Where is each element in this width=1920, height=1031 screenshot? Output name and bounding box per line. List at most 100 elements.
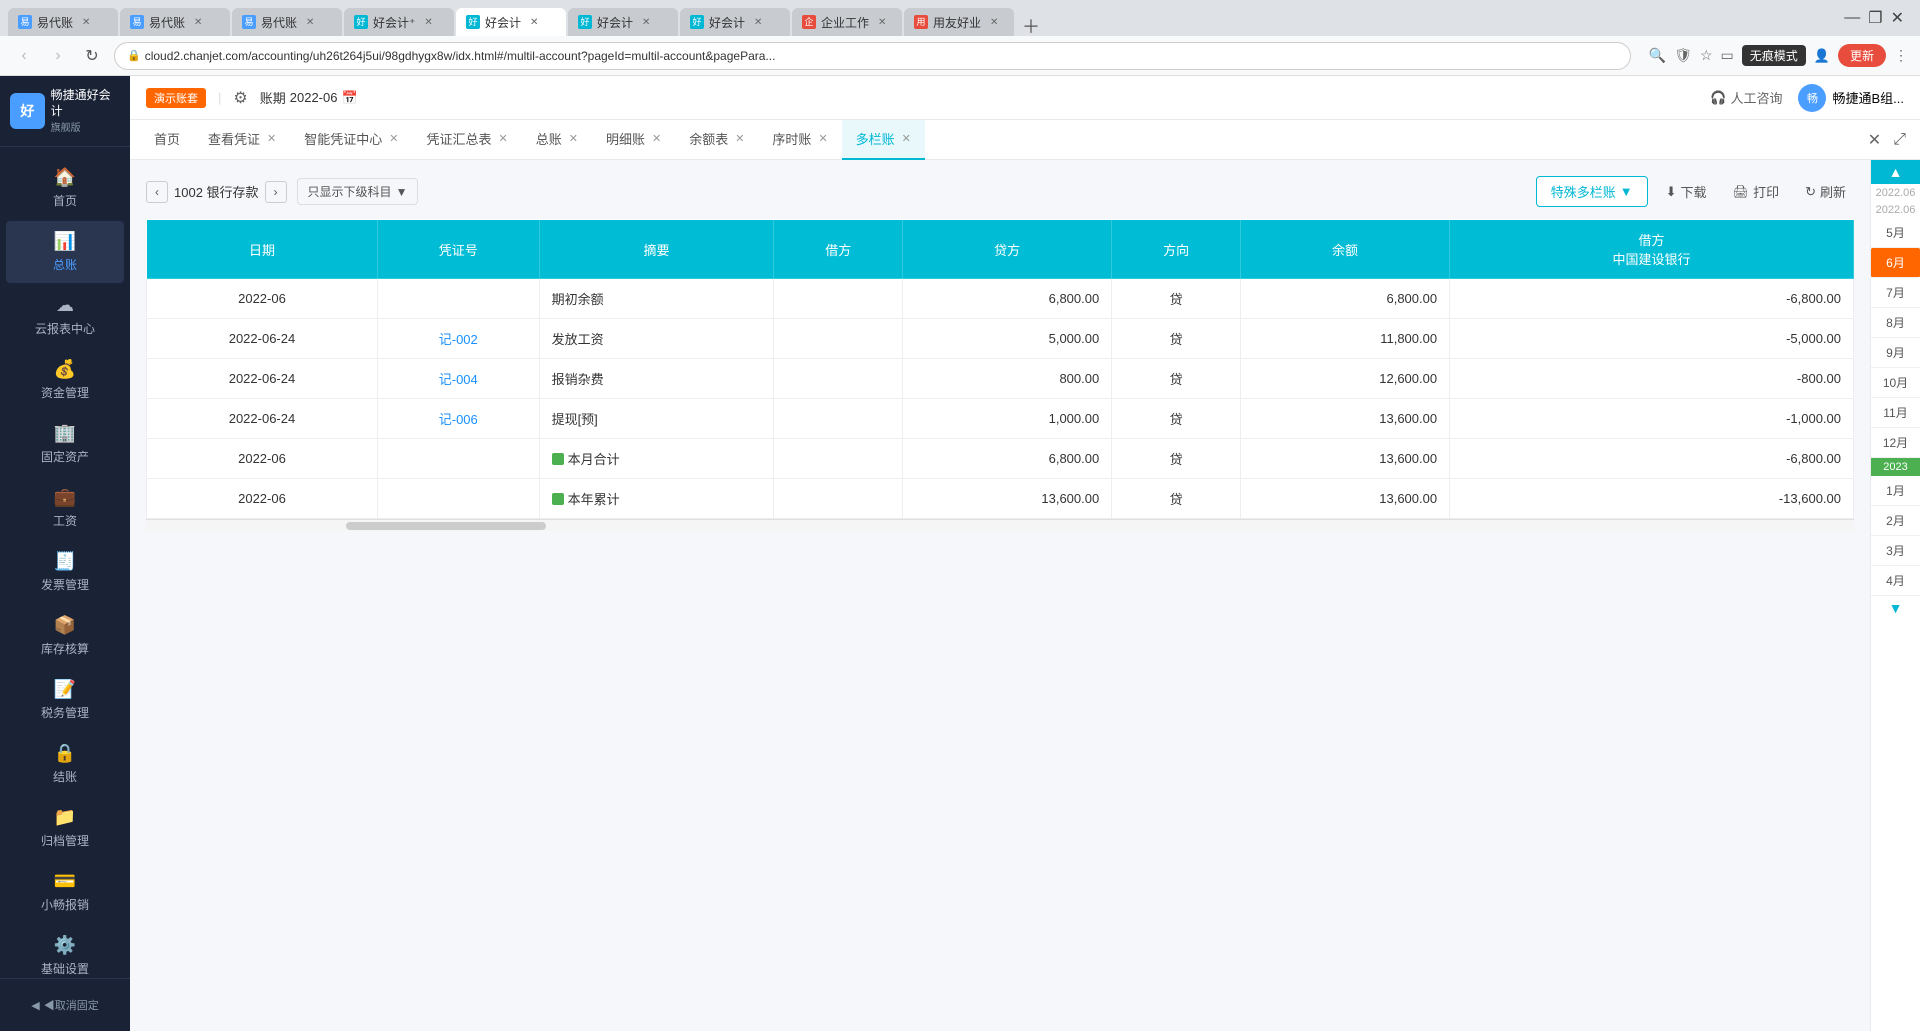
tab-close-3[interactable]: ✕ bbox=[306, 17, 314, 28]
search-icon[interactable]: 🔍 bbox=[1649, 47, 1666, 64]
sidebar-item-tax[interactable]: 📝 税务管理 bbox=[6, 669, 124, 731]
browser-tab-3[interactable]: 易 易代账 ✕ bbox=[232, 8, 342, 36]
next-account-button[interactable]: › bbox=[265, 181, 287, 203]
tab-close-7[interactable]: ✕ bbox=[754, 17, 762, 28]
sidebar-item-settings[interactable]: ⚙️ 基础设置 bbox=[6, 925, 124, 978]
browser-tab-9[interactable]: 用 用友好业 ✕ bbox=[904, 8, 1014, 36]
month-2023-1[interactable]: 1月 bbox=[1871, 476, 1920, 506]
tab-close-1[interactable]: ✕ bbox=[82, 17, 90, 28]
tab-close-6[interactable]: ✕ bbox=[642, 17, 650, 28]
tab-journal[interactable]: 序时账 ✕ bbox=[758, 120, 841, 160]
maximize-button[interactable]: ❐ bbox=[1868, 8, 1882, 28]
sidebar-item-ledger[interactable]: 📊 总账 bbox=[6, 221, 124, 283]
refresh-button[interactable]: ↻ 刷新 bbox=[1797, 177, 1854, 206]
browser-tab-5[interactable]: 好 好会计 ✕ bbox=[456, 8, 566, 36]
tab-close-voucher-summary[interactable]: ✕ bbox=[499, 132, 508, 145]
tab-close-detail-ledger[interactable]: ✕ bbox=[652, 132, 661, 145]
tab-voucher[interactable]: 查看凭证 ✕ bbox=[194, 120, 290, 160]
cell-balance: 13,600.00 bbox=[1240, 399, 1449, 439]
unpin-button[interactable]: ◀ ◀取消固定 bbox=[0, 989, 130, 1021]
tab-detail-ledger[interactable]: 明细账 ✕ bbox=[592, 120, 675, 160]
shield-icon[interactable]: 🛡 bbox=[1674, 47, 1692, 64]
settings-gear-icon[interactable]: ⚙ bbox=[233, 88, 247, 108]
scroll-thumb[interactable] bbox=[346, 522, 546, 530]
sidebar-item-label-archive: 归档管理 bbox=[41, 832, 89, 849]
month-6[interactable]: 6月 bbox=[1871, 248, 1920, 278]
close-button[interactable]: ✕ bbox=[1891, 8, 1904, 28]
special-multi-column-button[interactable]: 特殊多栏账 ▼ bbox=[1536, 176, 1648, 207]
period-calendar-icon[interactable]: 📅 bbox=[341, 90, 357, 106]
browser-tab-7[interactable]: 好 好会计 ✕ bbox=[680, 8, 790, 36]
month-8[interactable]: 8月 bbox=[1871, 308, 1920, 338]
tab-expand-icon[interactable]: ⤢ bbox=[1889, 127, 1910, 153]
forward-button[interactable]: › bbox=[46, 47, 70, 65]
menu-icon[interactable]: ⋮ bbox=[1894, 47, 1908, 64]
tab-balance[interactable]: 余额表 ✕ bbox=[675, 120, 758, 160]
star-icon[interactable]: ☆ bbox=[1700, 47, 1713, 64]
tab-home[interactable]: 首页 bbox=[140, 120, 194, 160]
new-tab-button[interactable]: ＋ bbox=[1022, 18, 1040, 36]
tab-close-5[interactable]: ✕ bbox=[530, 17, 538, 28]
sidebar-item-invoice[interactable]: 🧾 发票管理 bbox=[6, 541, 124, 603]
browser-tab-4[interactable]: 好 好会计⁺ ✕ bbox=[344, 8, 454, 36]
browser-tab-1[interactable]: 易 易代账 ✕ bbox=[8, 8, 118, 36]
voucher-link[interactable]: 记-002 bbox=[439, 332, 478, 347]
tab-close-4[interactable]: ✕ bbox=[424, 17, 432, 28]
tab-smart-voucher[interactable]: 智能凭证中心 ✕ bbox=[290, 120, 412, 160]
user-profile-icon[interactable]: 👤 bbox=[1814, 48, 1830, 64]
sidebar-item-expense[interactable]: 💳 小畅报销 bbox=[6, 861, 124, 923]
date-scroll-down[interactable]: ▼ bbox=[1871, 596, 1920, 620]
sidebar-item-fund[interactable]: 💰 资金管理 bbox=[6, 349, 124, 411]
voucher-link[interactable]: 记-006 bbox=[439, 412, 478, 427]
update-button[interactable]: 更新 bbox=[1838, 44, 1886, 67]
sidebar-item-salary[interactable]: 💼 工资 bbox=[6, 477, 124, 539]
month-7[interactable]: 7月 bbox=[1871, 278, 1920, 308]
tab-close-multi-column[interactable]: ✕ bbox=[902, 132, 911, 145]
month-10[interactable]: 10月 bbox=[1871, 368, 1920, 398]
minimize-button[interactable]: — bbox=[1844, 9, 1860, 27]
tab-close-voucher[interactable]: ✕ bbox=[267, 132, 276, 145]
tab-close-balance[interactable]: ✕ bbox=[735, 132, 744, 145]
sidebar-item-assets[interactable]: 🏢 固定资产 bbox=[6, 413, 124, 475]
demo-badge[interactable]: 演示账套 bbox=[146, 88, 206, 108]
tab-close-journal[interactable]: ✕ bbox=[818, 132, 827, 145]
sidebar-toggle-icon[interactable]: ▭ bbox=[1721, 47, 1734, 64]
tab-collapse-icon[interactable]: ✕ bbox=[1864, 126, 1885, 154]
browser-tab-8[interactable]: 企 企业工作 ✕ bbox=[792, 8, 902, 36]
tab-close-general-ledger[interactable]: ✕ bbox=[569, 132, 578, 145]
sub-filter-dropdown[interactable]: 只显示下级科目 ▼ bbox=[297, 178, 419, 205]
voucher-link[interactable]: 记-004 bbox=[439, 372, 478, 387]
sidebar-item-archive[interactable]: 📁 归档管理 bbox=[6, 797, 124, 859]
tab-close-smart-voucher[interactable]: ✕ bbox=[389, 132, 398, 145]
browser-tab-2[interactable]: 易 易代账 ✕ bbox=[120, 8, 230, 36]
tab-favicon-2: 易 bbox=[130, 15, 144, 29]
prev-account-button[interactable]: ‹ bbox=[146, 181, 168, 203]
tab-close-9[interactable]: ✕ bbox=[990, 17, 998, 28]
sidebar-item-report[interactable]: ☁ 云报表中心 bbox=[6, 285, 124, 347]
refresh-button[interactable]: ↻ bbox=[80, 46, 104, 66]
wuhen-mode-button[interactable]: 无痕模式 bbox=[1742, 45, 1806, 66]
horizontal-scrollbar[interactable] bbox=[146, 519, 1854, 531]
print-button[interactable]: 🖨 打印 bbox=[1725, 177, 1788, 206]
month-5[interactable]: 5月 bbox=[1871, 218, 1920, 248]
browser-tab-6[interactable]: 好 好会计 ✕ bbox=[568, 8, 678, 36]
sidebar-item-close[interactable]: 🔒 结账 bbox=[6, 733, 124, 795]
month-11[interactable]: 11月 bbox=[1871, 398, 1920, 428]
sidebar-item-inventory[interactable]: 📦 库存核算 bbox=[6, 605, 124, 667]
month-2023-2[interactable]: 2月 bbox=[1871, 506, 1920, 536]
tab-close-8[interactable]: ✕ bbox=[878, 17, 886, 28]
month-2023-3[interactable]: 3月 bbox=[1871, 536, 1920, 566]
tab-voucher-summary[interactable]: 凭证汇总表 ✕ bbox=[412, 120, 521, 160]
month-2023-4[interactable]: 4月 bbox=[1871, 566, 1920, 596]
month-9[interactable]: 9月 bbox=[1871, 338, 1920, 368]
tab-close-2[interactable]: ✕ bbox=[194, 17, 202, 28]
month-12[interactable]: 12月 bbox=[1871, 428, 1920, 458]
sidebar-item-home[interactable]: 🏠 首页 bbox=[6, 157, 124, 219]
customer-service-button[interactable]: 🎧 人工咨询 bbox=[1710, 88, 1782, 107]
download-button[interactable]: ⬇ 下载 bbox=[1658, 177, 1715, 206]
tab-general-ledger[interactable]: 总账 ✕ bbox=[522, 120, 592, 160]
tab-multi-column[interactable]: 多栏账 ✕ bbox=[842, 120, 925, 160]
back-button[interactable]: ‹ bbox=[12, 47, 36, 65]
url-input[interactable]: 🔒 cloud2.chanjet.com/accounting/uh26t264… bbox=[114, 42, 1631, 70]
date-scroll-up[interactable]: ▲ bbox=[1871, 160, 1920, 184]
